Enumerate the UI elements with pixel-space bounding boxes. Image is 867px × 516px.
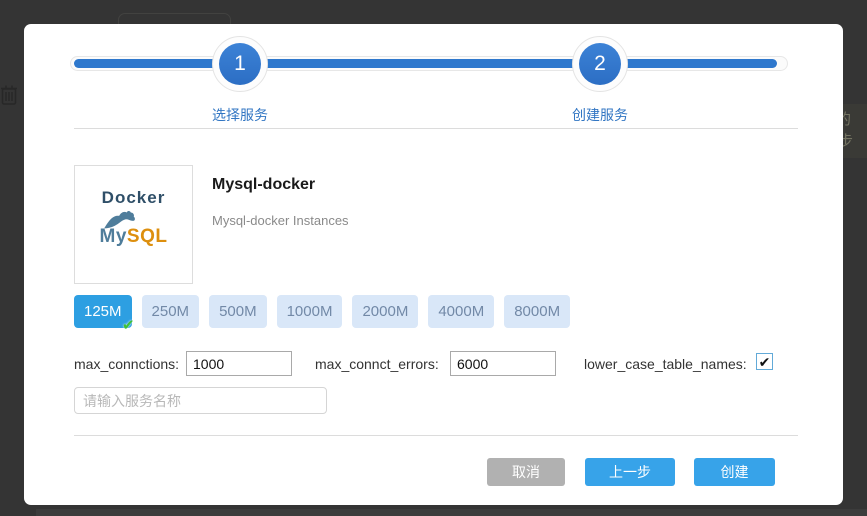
docker-logo-text: Docker: [101, 188, 166, 207]
memory-option-2000m[interactable]: 2000M: [352, 295, 419, 328]
create-button[interactable]: 创建: [694, 458, 775, 486]
memory-option-500m[interactable]: 500M: [209, 295, 267, 328]
lower-case-table-names-label: lower_case_table_names:: [584, 356, 747, 372]
max-connections-input[interactable]: [186, 351, 292, 376]
max-connect-errors-label: max_connct_errors:: [315, 356, 439, 372]
divider: [74, 128, 798, 129]
max-connect-errors-input[interactable]: [450, 351, 556, 376]
service-name-input[interactable]: [74, 387, 327, 414]
service-description: Mysql-docker Instances: [212, 213, 349, 228]
memory-option-250m[interactable]: 250M: [141, 295, 200, 328]
previous-step-button[interactable]: 上一步: [585, 458, 675, 486]
lower-case-table-names-checkbox[interactable]: ✔: [756, 353, 773, 370]
step-1-number: 1: [219, 43, 261, 85]
step-indicator-2: 2: [572, 36, 628, 92]
mysql-logo-sql: SQL: [126, 226, 168, 247]
checkmark-icon: ✔: [758, 353, 771, 370]
step-2-number: 2: [579, 43, 621, 85]
max-connections-label: max_connctions:: [74, 356, 180, 372]
dimmed-background-band: [36, 509, 867, 516]
cancel-button[interactable]: 取消: [487, 458, 565, 486]
create-service-dialog: 1 2 选择服务 创建服务 Docker MySQL Mysql-docker …: [24, 24, 843, 505]
selected-check-icon: ✔: [121, 317, 135, 334]
trash-icon: [1, 85, 17, 105]
step-indicator-1: 1: [212, 36, 268, 92]
wizard-progress-fill: [74, 59, 777, 68]
memory-option-1000m[interactable]: 1000M: [276, 295, 343, 328]
memory-option-125m[interactable]: 125M ✔: [74, 295, 135, 334]
memory-option-8000m[interactable]: 8000M: [504, 295, 571, 328]
wizard-progress-track: [70, 56, 788, 71]
service-logo: Docker MySQL: [74, 165, 193, 284]
mysql-logo-text: MySQL: [75, 226, 192, 248]
step-2-label: 创建服务: [572, 107, 628, 123]
mysql-logo-my: My: [99, 226, 127, 247]
memory-option-4000m[interactable]: 4000M: [428, 295, 495, 328]
divider: [74, 435, 798, 436]
memory-options-row: 125M ✔ 250M 500M 1000M 2000M 4000M 8000M: [74, 295, 571, 334]
service-title: Mysql-docker: [212, 176, 316, 193]
step-1-label: 选择服务: [212, 107, 268, 123]
